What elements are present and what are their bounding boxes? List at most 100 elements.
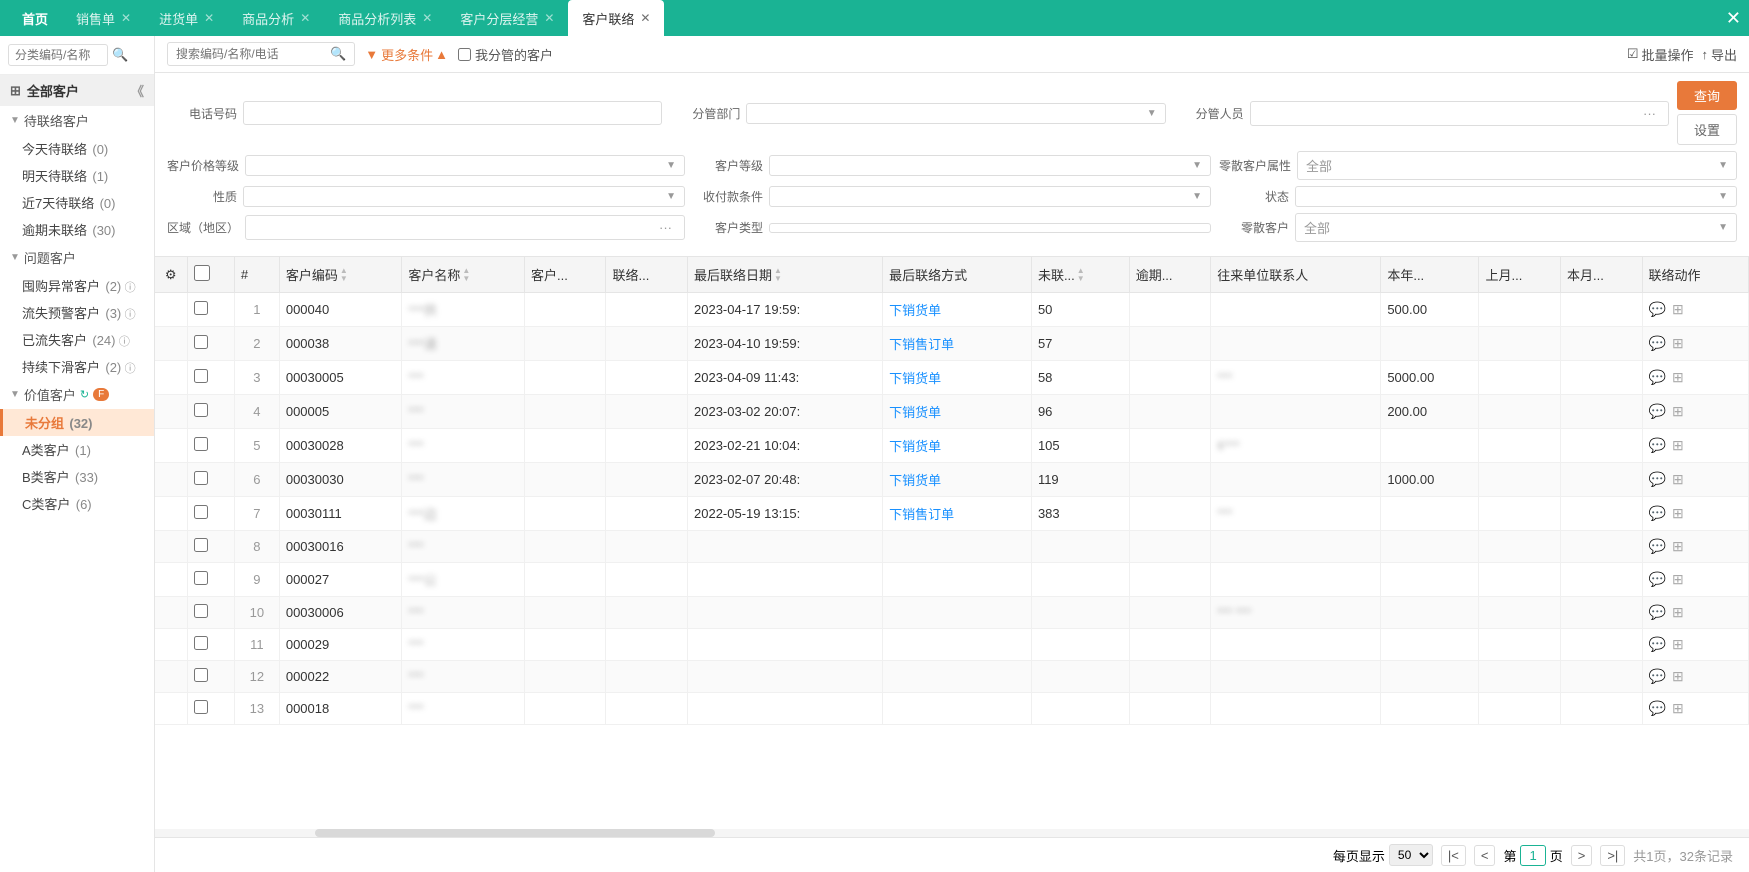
row-checkbox-5[interactable] — [194, 471, 208, 485]
row-checkbox-0[interactable] — [194, 301, 208, 315]
contact-way-link-0[interactable]: 下销货单 — [889, 303, 941, 318]
chat-icon-9[interactable]: 💬 — [1649, 604, 1666, 621]
chat-icon-8[interactable]: 💬 — [1649, 571, 1666, 588]
grid-action-icon-6[interactable]: ⊞ — [1672, 505, 1684, 522]
sidebar-item-today[interactable]: 今天待联络 (0) — [0, 135, 154, 162]
row-checkbox-12[interactable] — [194, 700, 208, 714]
chat-icon-3[interactable]: 💬 — [1649, 403, 1666, 420]
close-customer-segment-icon[interactable]: ✕ — [544, 11, 554, 25]
grid-action-icon-8[interactable]: ⊞ — [1672, 571, 1684, 588]
sidebar-search-icon[interactable]: 🔍 — [112, 47, 128, 63]
filter-customer-type-select[interactable] — [769, 223, 1211, 233]
row-checkbox-3[interactable] — [194, 403, 208, 417]
settings-icon[interactable]: ⚙ — [165, 267, 177, 282]
sidebar-search-input[interactable] — [8, 44, 108, 66]
th-name[interactable]: 客户名称 ▲▼ — [402, 257, 525, 293]
row-checkbox-7[interactable] — [194, 538, 208, 552]
contact-way-link-5[interactable]: 下销货单 — [889, 473, 941, 488]
my-customers-checkbox[interactable] — [458, 48, 471, 61]
sidebar-item-churn-warn[interactable]: 流失预警客户 (3) ⓘ — [0, 299, 154, 326]
page-first-btn[interactable]: |< — [1441, 845, 1466, 866]
grid-action-icon-7[interactable]: ⊞ — [1672, 538, 1684, 555]
contact-way-link-1[interactable]: 下销售订单 — [889, 337, 954, 352]
page-prev-btn[interactable]: < — [1474, 845, 1496, 866]
chat-icon-12[interactable]: 💬 — [1649, 700, 1666, 717]
sidebar-item-tomorrow[interactable]: 明天待联络 (1) — [0, 162, 154, 189]
chat-icon-2[interactable]: 💬 — [1649, 369, 1666, 386]
th-no-contact[interactable]: 未联... ▲▼ — [1031, 257, 1129, 293]
row-checkbox-6[interactable] — [194, 505, 208, 519]
grid-action-icon-4[interactable]: ⊞ — [1672, 437, 1684, 454]
sidebar-item-ungrouped[interactable]: 未分组 (32) — [0, 409, 154, 436]
tab-product-list[interactable]: 商品分析列表 ✕ — [324, 0, 446, 36]
sidebar-item-overdue[interactable]: 逾期未联络 (30) — [0, 216, 154, 243]
more-filter-btn[interactable]: ▼ 更多条件 ▲ — [365, 45, 448, 64]
grid-action-icon-3[interactable]: ⊞ — [1672, 403, 1684, 420]
tab-sales[interactable]: 销售单 ✕ — [62, 0, 145, 36]
filter-nature-select[interactable]: ▼ — [243, 186, 685, 207]
row-checkbox-4[interactable] — [194, 437, 208, 451]
sidebar-group-pending[interactable]: ▼ 待联络客户 — [0, 106, 154, 135]
sidebar-item-class-c[interactable]: C类客户 (6) — [0, 490, 154, 517]
sidebar-item-churned[interactable]: 已流失客户 (24) ⓘ — [0, 326, 154, 353]
row-checkbox-9[interactable] — [194, 604, 208, 618]
region-dots-icon[interactable]: ··· — [655, 220, 676, 235]
row-checkbox-10[interactable] — [194, 636, 208, 650]
col-sort-code[interactable]: 客户编码 ▲▼ — [286, 265, 348, 284]
grid-action-icon-11[interactable]: ⊞ — [1672, 668, 1684, 685]
per-page-select[interactable]: 50 — [1389, 844, 1433, 866]
grid-action-icon-5[interactable]: ⊞ — [1672, 471, 1684, 488]
sidebar-all-customers[interactable]: ⊞ 全部客户 《 — [0, 75, 154, 106]
row-checkbox-2[interactable] — [194, 369, 208, 383]
close-sales-icon[interactable]: ✕ — [121, 11, 131, 25]
filter-price-level-select[interactable]: ▼ — [245, 155, 685, 176]
sidebar-item-7days[interactable]: 近7天待联络 (0) — [0, 189, 154, 216]
col-sort-no-contact[interactable]: 未联... ▲▼ — [1038, 265, 1085, 284]
filter-search-input[interactable] — [176, 47, 326, 61]
tab-purchase[interactable]: 进货单 ✕ — [145, 0, 228, 36]
filter-retail-customer-select[interactable]: 全部 ▼ — [1295, 213, 1737, 242]
chat-icon-6[interactable]: 💬 — [1649, 505, 1666, 522]
page-last-btn[interactable]: >| — [1600, 845, 1625, 866]
filter-retail-attr-select[interactable]: 全部 ▼ — [1297, 151, 1737, 180]
sidebar-group-problems[interactable]: ▼ 问题客户 — [0, 243, 154, 272]
filter-search-icon[interactable]: 🔍 — [330, 46, 346, 62]
close-window-icon[interactable]: ✕ — [1726, 8, 1741, 29]
close-customer-contact-icon[interactable]: ✕ — [640, 11, 650, 25]
filter-phone-input[interactable] — [243, 101, 662, 125]
sidebar-item-class-a[interactable]: A类客户 (1) — [0, 436, 154, 463]
filter-region-select[interactable]: ··· — [245, 215, 685, 240]
batch-op-btn[interactable]: ☑ 批量操作 — [1627, 45, 1694, 64]
filter-person-select[interactable]: ··· — [1250, 101, 1669, 126]
contact-way-link-4[interactable]: 下销货单 — [889, 439, 941, 454]
sidebar-group-value[interactable]: ▼ 价值客户 ↻ F — [0, 380, 154, 409]
query-button[interactable]: 查询 — [1677, 81, 1737, 110]
chat-icon-1[interactable]: 💬 — [1649, 335, 1666, 352]
chat-icon-10[interactable]: 💬 — [1649, 636, 1666, 653]
sidebar-collapse-icon[interactable]: 《 — [131, 81, 144, 100]
close-product-analysis-icon[interactable]: ✕ — [300, 11, 310, 25]
reset-button[interactable]: 设置 — [1677, 114, 1737, 145]
refresh-icon[interactable]: ↻ — [80, 388, 89, 401]
grid-action-icon-0[interactable]: ⊞ — [1672, 301, 1684, 318]
export-btn[interactable]: ↑ 导出 — [1701, 45, 1737, 64]
chat-icon-4[interactable]: 💬 — [1649, 437, 1666, 454]
row-checkbox-11[interactable] — [194, 668, 208, 682]
sidebar-item-declining[interactable]: 持续下滑客户 (2) ⓘ — [0, 353, 154, 380]
contact-way-link-6[interactable]: 下销售订单 — [889, 507, 954, 522]
person-dots-icon[interactable]: ··· — [1639, 106, 1660, 121]
chat-icon-5[interactable]: 💬 — [1649, 471, 1666, 488]
col-sort-last-date[interactable]: 最后联络日期 ▲▼ — [694, 265, 782, 284]
sidebar-item-abnormal[interactable]: 囤购异常客户 (2) ⓘ — [0, 272, 154, 299]
close-product-list-icon[interactable]: ✕ — [422, 11, 432, 25]
tab-home[interactable]: 首页 — [8, 0, 62, 36]
chat-icon-7[interactable]: 💬 — [1649, 538, 1666, 555]
filter-customer-level-select[interactable]: ▼ — [769, 155, 1211, 176]
th-code[interactable]: 客户编码 ▲▼ — [279, 257, 402, 293]
filter-payment-select[interactable]: ▼ — [769, 186, 1211, 207]
row-checkbox-1[interactable] — [194, 335, 208, 349]
tab-product-analysis[interactable]: 商品分析 ✕ — [228, 0, 324, 36]
col-sort-name[interactable]: 客户名称 ▲▼ — [408, 265, 470, 284]
tab-customer-contact[interactable]: 客户联络 ✕ — [568, 0, 664, 36]
chat-icon-0[interactable]: 💬 — [1649, 301, 1666, 318]
